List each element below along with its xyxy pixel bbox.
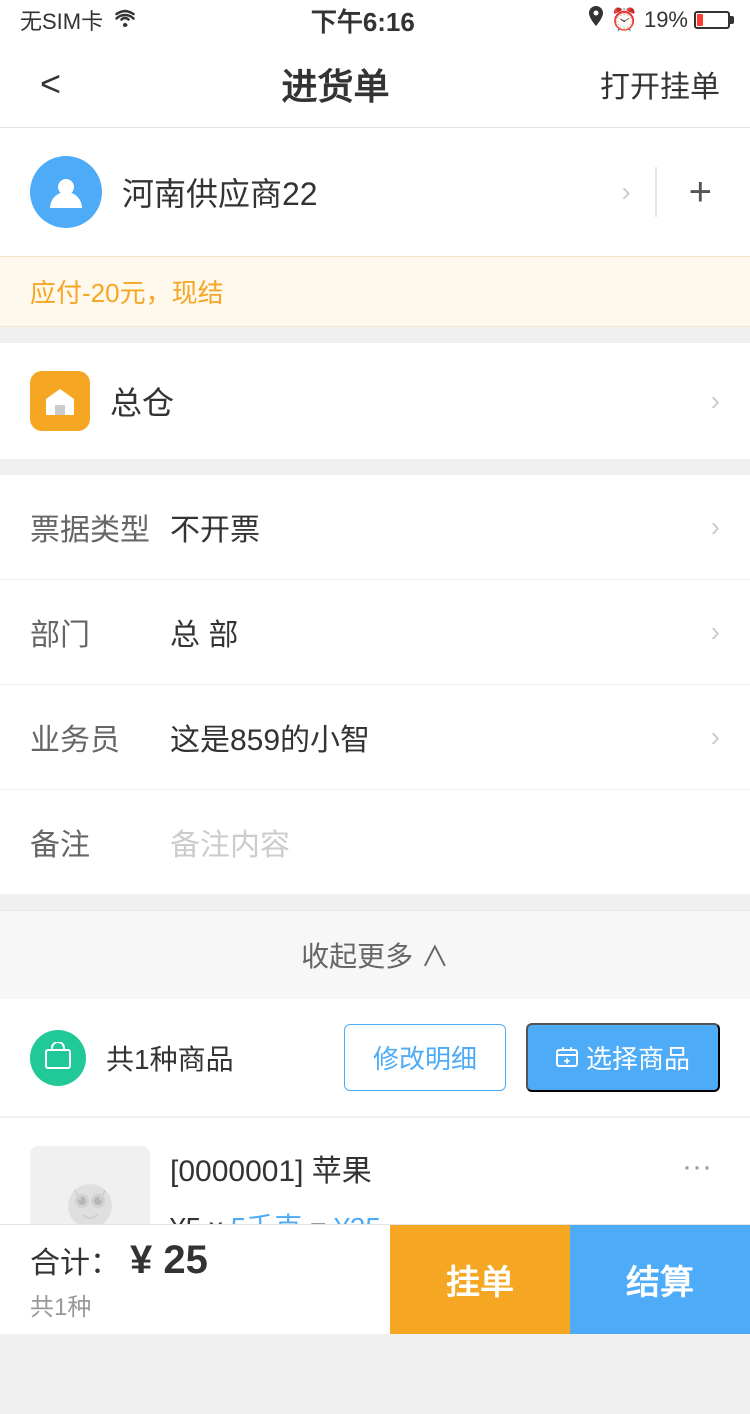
department-chevron-icon: ›: [711, 616, 720, 648]
invoice-value: 不开票: [170, 505, 711, 549]
total-main: 合计： ¥ 25: [30, 1238, 360, 1283]
select-product-button[interactable]: 选择商品: [526, 1023, 720, 1092]
payment-notice: 应付-20元，现结: [0, 256, 750, 327]
supplier-avatar: [30, 156, 102, 228]
battery-icon: [694, 11, 730, 29]
status-right: ⏰ 19%: [587, 6, 730, 34]
invoice-row[interactable]: 票据类型 不开票 ›: [0, 475, 750, 580]
checkout-button[interactable]: 结算: [570, 1225, 750, 1334]
total-amount: ¥ 25: [130, 1238, 208, 1283]
salesperson-row[interactable]: 业务员 这是859的小智 ›: [0, 685, 750, 790]
status-time: 下午6:16: [311, 2, 415, 39]
department-value: 总 部: [170, 610, 711, 654]
total-sub: 共1种: [30, 1287, 360, 1322]
nav-bar: < 进货单 打开挂单: [0, 40, 750, 128]
supplier-row[interactable]: 河南供应商22 › +: [0, 128, 750, 256]
alarm-icon: ⏰: [611, 7, 638, 33]
supplier-chevron-icon: ›: [621, 176, 630, 208]
total-label: 合计：: [30, 1238, 120, 1282]
open-pending-button[interactable]: 打开挂单: [600, 62, 720, 106]
products-header: 共1种商品 修改明细 选择商品: [0, 999, 750, 1116]
salesperson-value: 这是859的小智: [170, 715, 711, 759]
product-more-button[interactable]: ···: [674, 1146, 720, 1188]
warehouse-icon: [30, 371, 90, 431]
salesperson-chevron-icon: ›: [711, 721, 720, 753]
status-left: 无SIM卡: [20, 4, 139, 36]
remark-input[interactable]: 备注内容: [170, 820, 720, 864]
carrier-text: 无SIM卡: [20, 4, 103, 36]
warehouse-section: 总仓 ›: [0, 343, 750, 459]
form-section: 票据类型 不开票 › 部门 总 部 › 业务员 这是859的小智 › 备注 备注…: [0, 475, 750, 894]
add-supplier-button[interactable]: +: [681, 170, 720, 215]
pending-button[interactable]: 挂单: [390, 1225, 570, 1334]
modify-detail-button[interactable]: 修改明细: [344, 1024, 506, 1091]
page-title: 进货单: [282, 58, 390, 110]
salesperson-label: 业务员: [30, 715, 150, 759]
department-row[interactable]: 部门 总 部 ›: [0, 580, 750, 685]
products-header-section: 共1种商品 修改明细 选择商品: [0, 999, 750, 1116]
product-name-text: 苹果: [312, 1155, 372, 1188]
warehouse-name: 总仓: [110, 378, 711, 424]
product-count-text: 共1种商品: [106, 1038, 324, 1078]
supplier-section: 河南供应商22 › + 应付-20元，现结: [0, 128, 750, 327]
product-name: [0000001] 苹果: [170, 1146, 654, 1190]
supplier-name: 河南供应商22: [122, 169, 621, 215]
product-count-icon: [30, 1030, 86, 1086]
total-section: 合计： ¥ 25 共1种: [0, 1225, 390, 1334]
back-button[interactable]: <: [30, 53, 71, 115]
remark-row[interactable]: 备注 备注内容: [0, 790, 750, 894]
bottom-bar: 合计： ¥ 25 共1种 挂单 结算: [0, 1224, 750, 1334]
remark-label: 备注: [30, 820, 150, 864]
divider: [655, 167, 657, 217]
status-bar: 无SIM卡 下午6:16 ⏰ 19%: [0, 0, 750, 40]
invoice-label: 票据类型: [30, 505, 150, 549]
location-icon: [587, 6, 605, 34]
wifi-icon: [111, 6, 139, 34]
product-code: [0000001]: [170, 1155, 312, 1188]
warehouse-chevron-icon: ›: [711, 385, 720, 417]
warehouse-row[interactable]: 总仓 ›: [0, 343, 750, 459]
department-label: 部门: [30, 610, 150, 654]
select-product-label: 选择商品: [586, 1039, 690, 1076]
collapse-button[interactable]: 收起更多 ∧: [0, 910, 750, 999]
battery-text: 19%: [644, 7, 688, 33]
invoice-chevron-icon: ›: [711, 511, 720, 543]
content-area: 河南供应商22 › + 应付-20元，现结 总仓 › 票据类型 不开票 ›: [0, 128, 750, 1414]
